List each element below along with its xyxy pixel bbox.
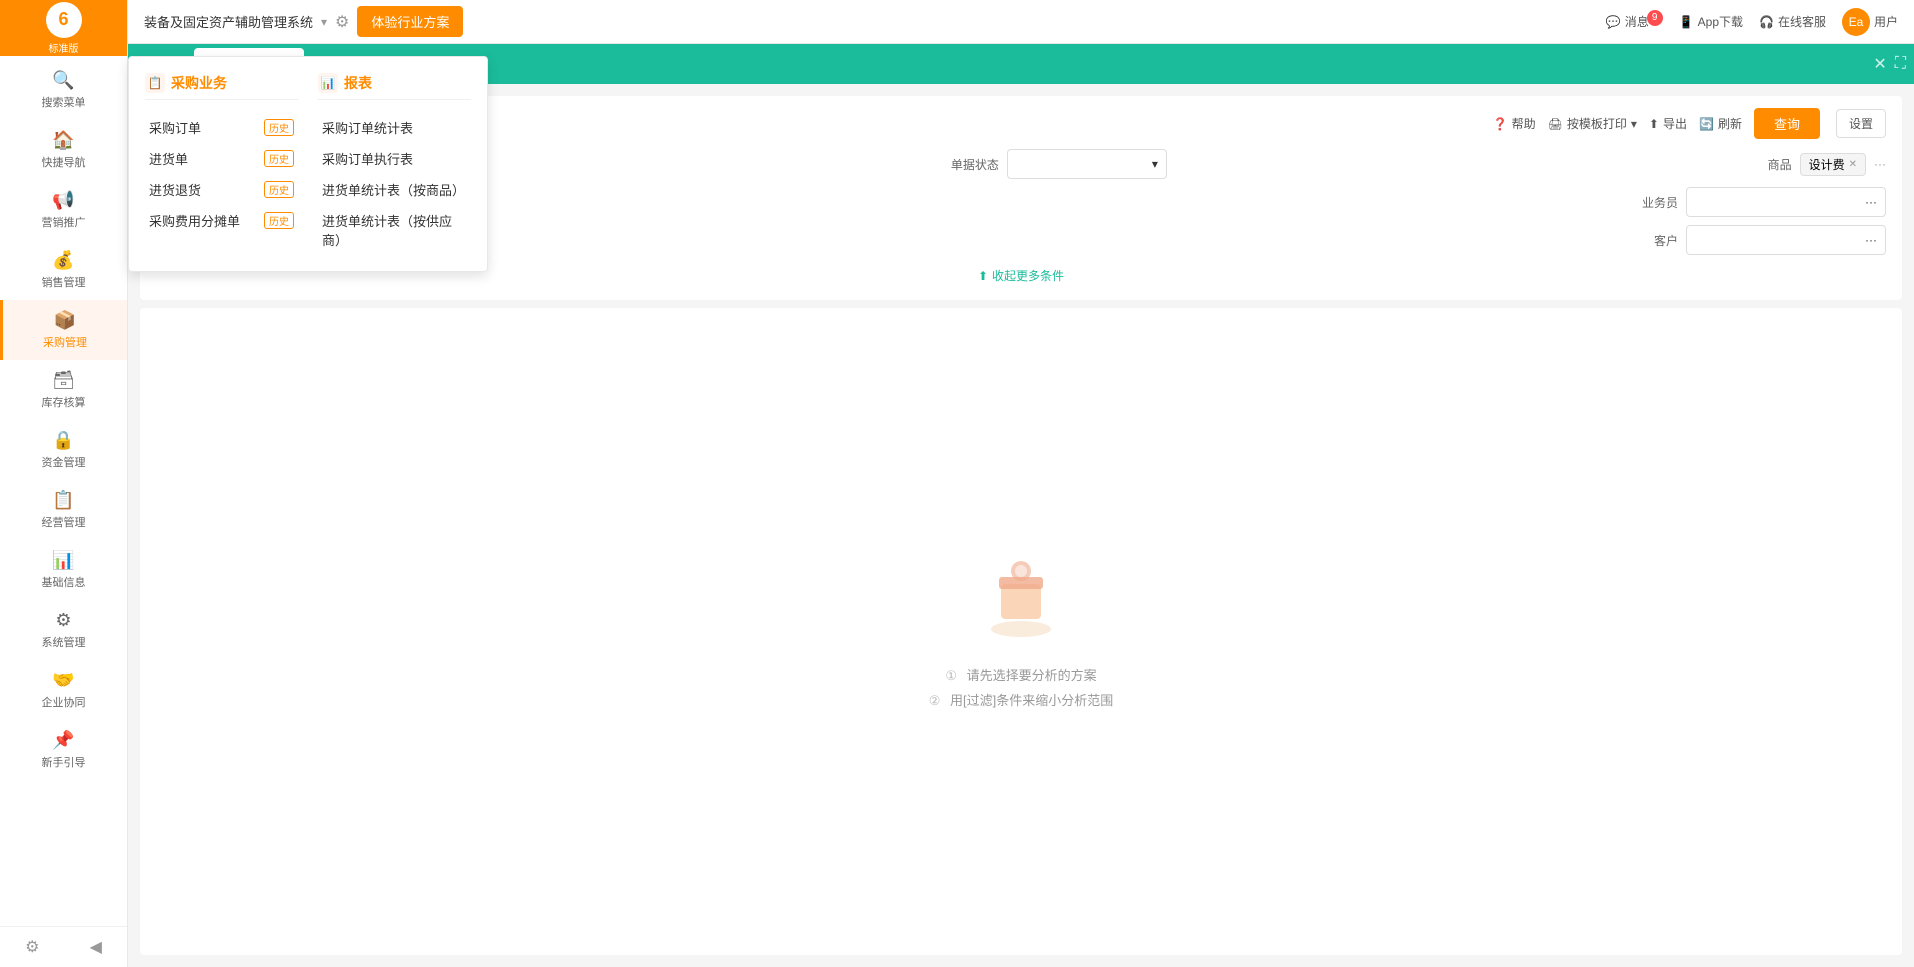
menu-item-incoming-return[interactable]: 进货退货 历史 (145, 174, 298, 205)
menu-item-purchase-order-exec[interactable]: 采购订单执行表 (318, 143, 471, 174)
incoming-order-badge: 历史 (264, 150, 294, 167)
menu-item-incoming-order[interactable]: 进货单 历史 (145, 143, 298, 174)
purchase-order-badge: 历史 (264, 119, 294, 136)
purchase-section-title: 📋 采购业务 (145, 73, 298, 100)
purchase-section-icon: 📋 (145, 73, 165, 93)
purchase-dropdown-menu: 📋 采购业务 采购订单 历史 进货单 历史 进货退货 历史 采购费用分摊单 历史… (128, 56, 488, 272)
menu-item-incoming-stats-by-goods[interactable]: 进货单统计表（按商品） (318, 174, 471, 205)
purchase-expense-badge: 历史 (264, 212, 294, 229)
report-section-icon: 📊 (318, 73, 338, 93)
menu-item-purchase-order-stats[interactable]: 采购订单统计表 (318, 112, 471, 143)
menu-item-purchase-order[interactable]: 采购订单 历史 (145, 112, 298, 143)
incoming-return-badge: 历史 (264, 181, 294, 198)
report-section-title: 📊 报表 (318, 73, 471, 100)
menu-item-purchase-expense[interactable]: 采购费用分摊单 历史 (145, 205, 298, 236)
menu-item-incoming-stats-by-supplier[interactable]: 进货单统计表（按供应商） (318, 205, 471, 255)
report-section: 📊 报表 采购订单统计表 采购订单执行表 进货单统计表（按商品） 进货单统计表（… (318, 73, 471, 255)
purchase-business-section: 📋 采购业务 采购订单 历史 进货单 历史 进货退货 历史 采购费用分摊单 历史 (145, 73, 298, 255)
